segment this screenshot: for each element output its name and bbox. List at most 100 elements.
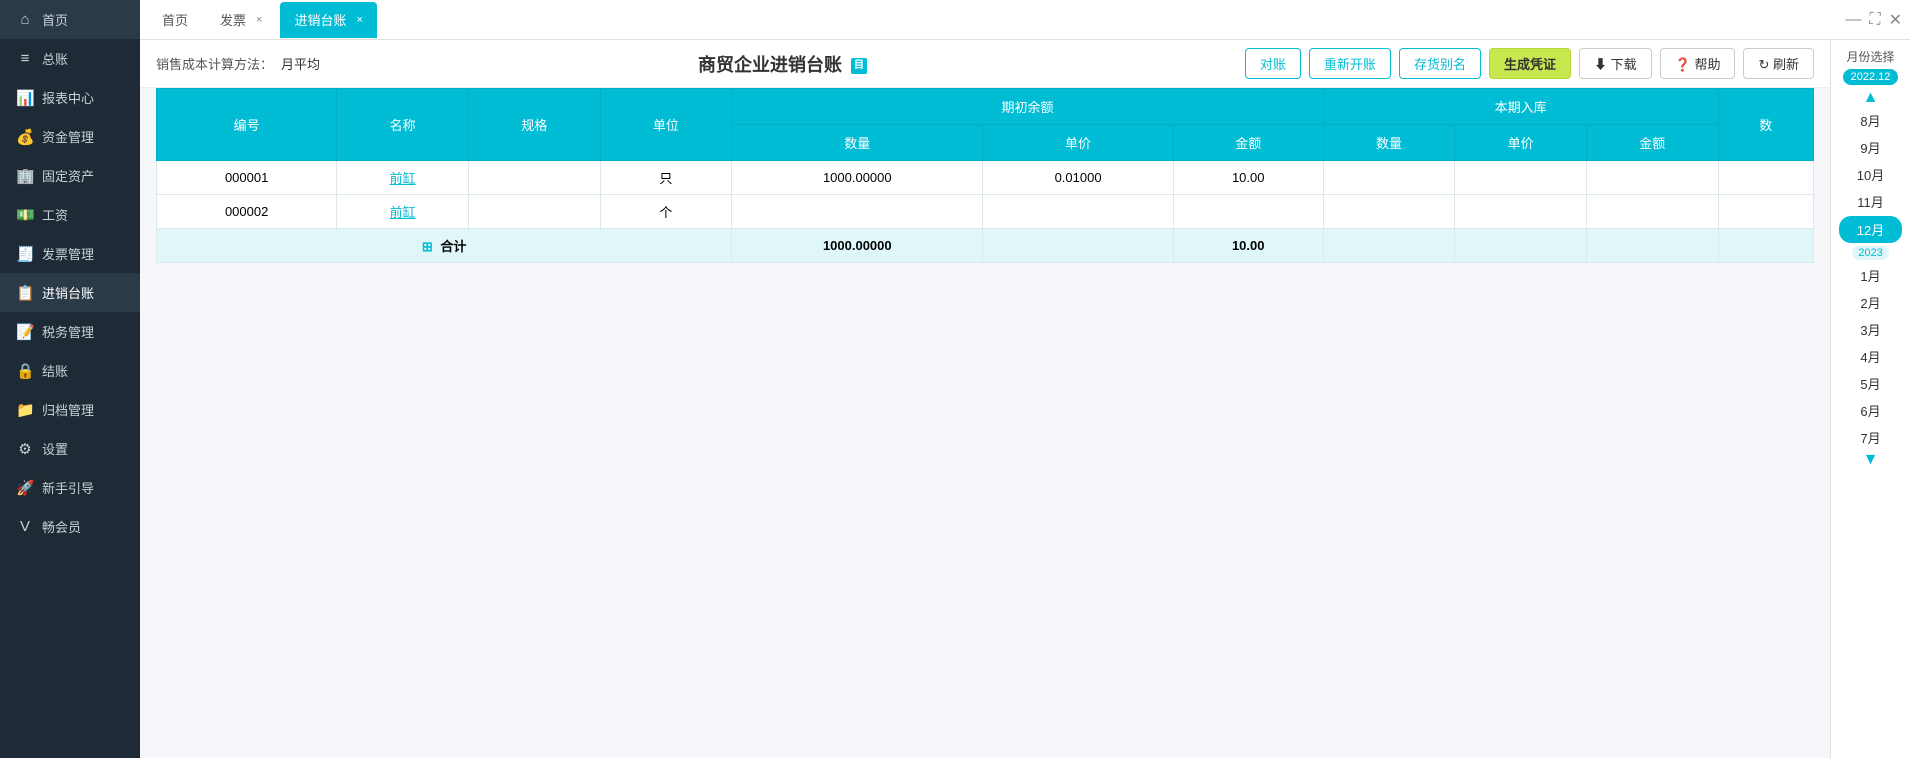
month-item-3[interactable]: 3月 — [1831, 316, 1910, 343]
minimize-button[interactable]: — — [1845, 11, 1861, 29]
help-button[interactable]: ❓ 帮助 — [1660, 48, 1736, 79]
total-opening-price — [983, 229, 1173, 263]
sidebar-item-salary[interactable]: 💵 工资 — [0, 195, 140, 234]
guide-icon: 🚀 — [16, 479, 34, 497]
main-panel: 销售成本计算方法： 月平均 商贸企业进销台账 目 对账 重新开账 存货别名 生成… — [140, 40, 1830, 758]
col-header-opening-qty: 数量 — [732, 125, 983, 161]
salary-icon: 💵 — [16, 206, 34, 224]
cell-code: 000002 — [157, 195, 337, 229]
member-icon: V — [16, 518, 34, 535]
cell-opening-qty — [732, 195, 983, 229]
sidebar: ⌂ 首页 ≡ 总账 📊 报表中心 💰 资金管理 🏢 固定资产 💵 工资 🧾 发票… — [0, 0, 140, 758]
month-item-1[interactable]: 1月 — [1831, 262, 1910, 289]
sidebar-item-reports[interactable]: 📊 报表中心 — [0, 78, 140, 117]
tab-purchase[interactable]: 进销台账 × — [280, 2, 376, 38]
col-header-name: 名称 — [337, 89, 469, 161]
year-2022-badge: 2022.12 — [1843, 69, 1899, 85]
purchase-icon: 📋 — [16, 284, 34, 302]
sidebar-item-label: 首页 — [42, 10, 68, 29]
invoice-icon: 🧾 — [16, 245, 34, 263]
month-item-5[interactable]: 5月 — [1831, 370, 1910, 397]
help-icon: ❓ — [1675, 57, 1691, 72]
reopen-button[interactable]: 重新开账 — [1309, 48, 1391, 79]
year-2023-label: 2023 — [1852, 246, 1888, 260]
total-opening-amount: 10.00 — [1173, 229, 1323, 263]
month-item-12[interactable]: 12月 — [1839, 216, 1902, 243]
month-item-11[interactable]: 11月 — [1831, 188, 1910, 215]
sidebar-item-label: 资金管理 — [42, 127, 94, 146]
refresh-button[interactable]: ↻ 刷新 — [1743, 48, 1814, 79]
col-header-opening-group: 期初余额 — [732, 89, 1323, 125]
total-label: ⊞ 合计 — [157, 229, 732, 263]
maximize-button[interactable]: ⛶ — [1869, 11, 1880, 29]
tab-home[interactable]: 首页 — [148, 2, 202, 38]
cost-method-value: 月平均 — [281, 54, 320, 73]
month-item-9[interactable]: 9月 — [1831, 134, 1910, 161]
month-item-6[interactable]: 6月 — [1831, 397, 1910, 424]
tab-home-label: 首页 — [162, 10, 188, 29]
cell-spec — [468, 195, 600, 229]
page-title: 商贸企业进销台账 目 — [328, 51, 1237, 77]
tab-purchase-label: 进销台账 — [294, 10, 346, 29]
tab-purchase-close[interactable]: × — [356, 14, 362, 26]
month-next-button[interactable]: ▼ — [1831, 451, 1910, 469]
month-item-4[interactable]: 4月 — [1831, 343, 1910, 370]
generate-voucher-button[interactable]: 生成凭证 — [1489, 48, 1571, 79]
sidebar-item-closing[interactable]: 🔒 结账 — [0, 351, 140, 390]
sidebar-item-purchase[interactable]: 📋 进销台账 — [0, 273, 140, 312]
sidebar-item-invoice[interactable]: 🧾 发票管理 — [0, 234, 140, 273]
month-item-8[interactable]: 8月 — [1831, 107, 1910, 134]
month-item-10[interactable]: 10月 — [1831, 161, 1910, 188]
sidebar-item-guide[interactable]: 🚀 新手引导 — [0, 468, 140, 507]
col-header-inbound-price: 单价 — [1455, 125, 1587, 161]
sidebar-item-member[interactable]: V 畅会员 — [0, 507, 140, 546]
cell-more — [1718, 161, 1813, 195]
cell-inbound-price — [1455, 195, 1587, 229]
sidebar-item-settings[interactable]: ⚙ 设置 — [0, 429, 140, 468]
duizhang-button[interactable]: 对账 — [1245, 48, 1301, 79]
close-button[interactable]: ✕ — [1889, 10, 1902, 30]
sidebar-item-archive[interactable]: 📁 归档管理 — [0, 390, 140, 429]
cell-opening-qty: 1000.00000 — [732, 161, 983, 195]
doc-icon: 目 — [851, 58, 867, 74]
sidebar-item-label: 报表中心 — [42, 88, 94, 107]
save-alias-button[interactable]: 存货别名 — [1399, 48, 1481, 79]
col-header-inbound-group: 本期入库 — [1323, 89, 1718, 125]
table-row: 000002 前缸 个 — [157, 195, 1814, 229]
cell-unit: 只 — [600, 161, 732, 195]
purchase-table: 编号 名称 规格 单位 期初余额 本期入库 数 数量 单价 金额 数 — [156, 88, 1814, 263]
sidebar-item-label: 新手引导 — [42, 478, 94, 497]
sidebar-item-ledger[interactable]: ≡ 总账 — [0, 39, 140, 78]
month-prev-button[interactable]: ▲ — [1831, 89, 1910, 107]
col-header-code: 编号 — [157, 89, 337, 161]
month-item-7[interactable]: 7月 — [1831, 424, 1910, 451]
cell-inbound-qty — [1323, 161, 1455, 195]
cell-unit: 个 — [600, 195, 732, 229]
sidebar-item-tax[interactable]: 📝 税务管理 — [0, 312, 140, 351]
cell-opening-amount — [1173, 195, 1323, 229]
cell-inbound-qty — [1323, 195, 1455, 229]
col-header-inbound-qty: 数量 — [1323, 125, 1455, 161]
tab-invoice[interactable]: 发票 × — [206, 2, 276, 38]
cell-name: 前缸 — [337, 161, 469, 195]
cell-spec — [468, 161, 600, 195]
col-header-spec: 规格 — [468, 89, 600, 161]
download-icon: ⬇ — [1594, 57, 1607, 72]
cost-method-label: 销售成本计算方法： — [156, 54, 273, 73]
table-row: 000001 前缸 只 1000.00000 0.01000 10.00 — [157, 161, 1814, 195]
assets-icon: 🏢 — [16, 167, 34, 185]
sidebar-item-home[interactable]: ⌂ 首页 — [0, 0, 140, 39]
settings-icon: ⚙ — [16, 440, 34, 458]
ledger-icon: ≡ — [16, 50, 34, 67]
sidebar-item-label: 税务管理 — [42, 322, 94, 341]
tab-invoice-close[interactable]: × — [256, 14, 262, 26]
sidebar-item-label: 设置 — [42, 439, 68, 458]
download-button[interactable]: ⬇ 下载 — [1579, 48, 1652, 79]
sidebar-item-label: 固定资产 — [42, 166, 94, 185]
sidebar-item-assets[interactable]: 🏢 固定资产 — [0, 156, 140, 195]
sidebar-item-label: 进销台账 — [42, 283, 94, 302]
sidebar-item-finance[interactable]: 💰 资金管理 — [0, 117, 140, 156]
month-item-2[interactable]: 2月 — [1831, 289, 1910, 316]
col-header-inbound-amount: 金额 — [1586, 125, 1718, 161]
reports-icon: 📊 — [16, 89, 34, 107]
